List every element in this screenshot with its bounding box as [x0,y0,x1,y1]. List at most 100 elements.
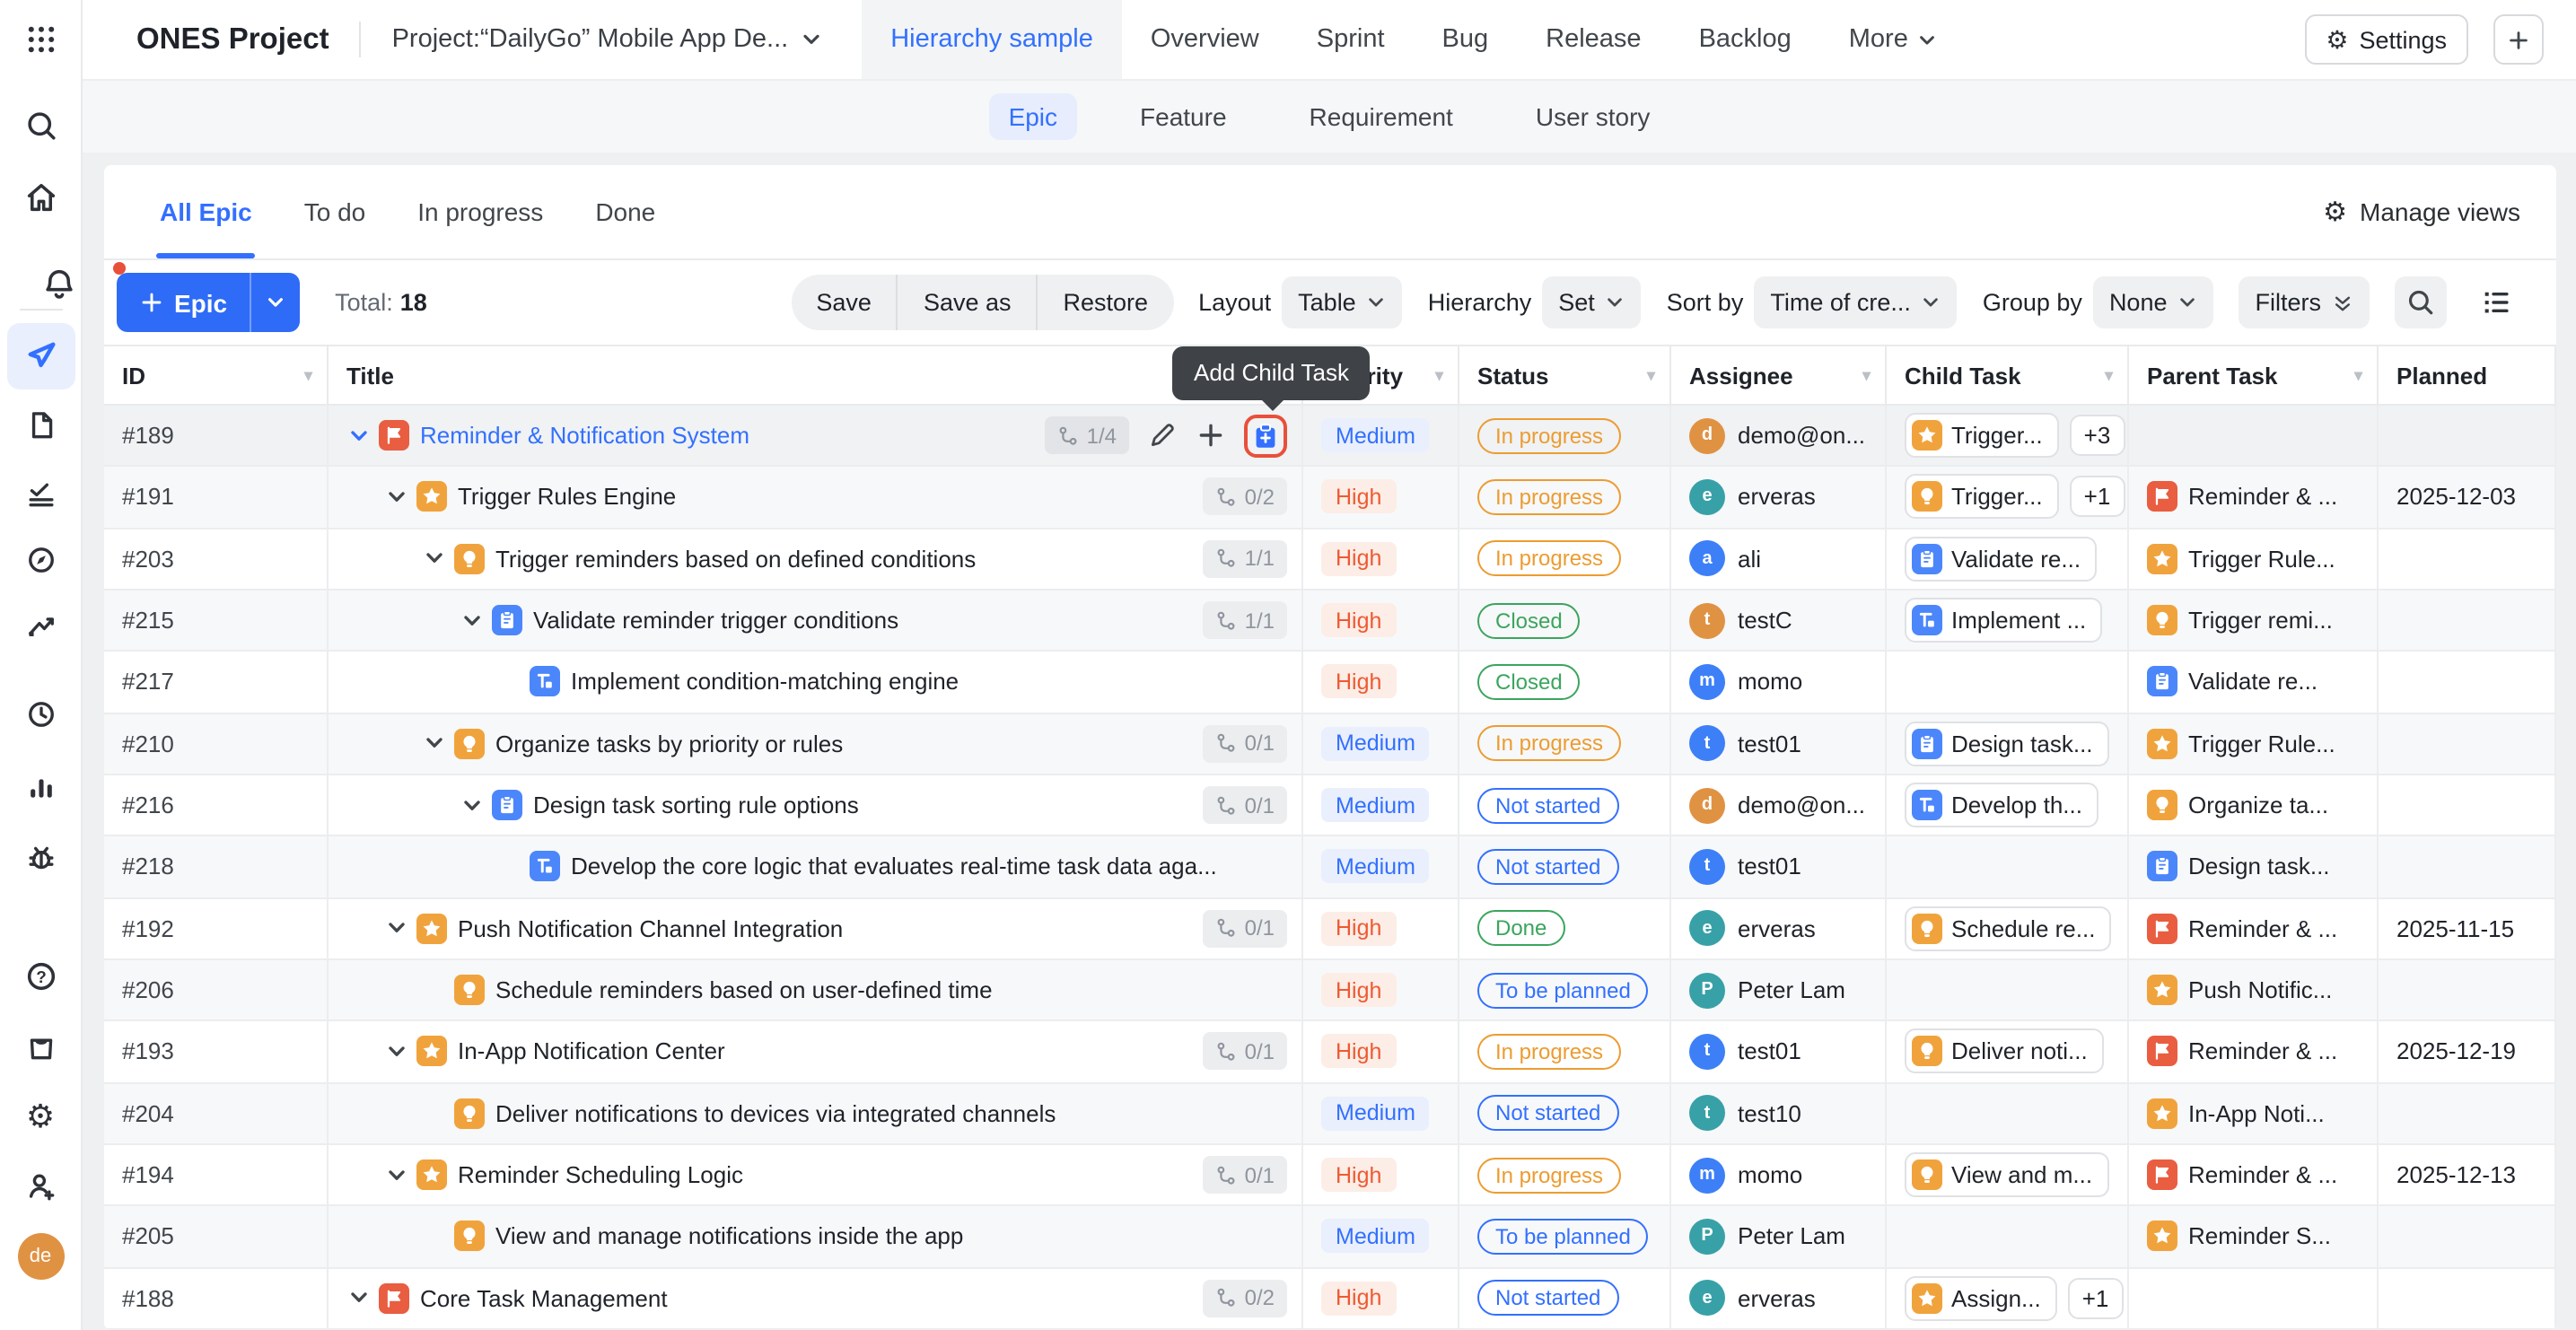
tab-hierarchy-sample[interactable]: Hierarchy sample [862,0,1122,79]
cell-status[interactable]: Closed [1459,590,1671,651]
add-button[interactable] [1196,420,1226,451]
parent-task-link[interactable]: Reminder & ... [2147,1036,2337,1067]
cell-priority[interactable]: High [1303,590,1459,651]
tab-bug[interactable]: Bug [1414,0,1518,79]
tree-collapse-toggle[interactable] [458,609,485,631]
cell-status[interactable]: To be planned [1459,959,1671,1020]
cell-assignee[interactable]: d demo@on... [1671,406,1887,466]
save-as-button[interactable]: Save as [896,275,1037,330]
sort-by-select[interactable]: Time of cre... [1754,276,1958,328]
parent-task-link[interactable]: Reminder S... [2147,1221,2331,1252]
parent-task-link[interactable]: Reminder & ... [2147,481,2337,512]
cell-priority[interactable]: Medium [1303,1206,1459,1267]
issue-title-link[interactable]: Organize tasks by priority or rules [495,731,843,757]
apps-grid-icon[interactable] [24,23,57,56]
column-header-status[interactable]: Status ▾ [1459,346,1671,404]
parent-task-link[interactable]: Trigger remi... [2147,605,2333,636]
child-task-chip[interactable]: Schedule re... [1905,906,2112,951]
issue-title-link[interactable]: Reminder Scheduling Logic [458,1161,743,1188]
sidebar-item-pipeline-icon[interactable] [23,609,57,643]
add-child-task-button[interactable] [1244,414,1287,458]
search-icon[interactable] [22,108,58,144]
child-task-more-badge[interactable]: +1 [2067,1277,2124,1319]
cell-priority[interactable]: High [1303,959,1459,1020]
child-task-chip[interactable]: Validate re... [1905,536,2098,582]
cell-assignee[interactable]: t test01 [1671,713,1887,774]
sidebar-item-time-icon[interactable] [23,697,57,731]
column-header-title[interactable]: Title [329,346,1303,404]
issue-title-link[interactable]: Push Notification Channel Integration [458,915,843,942]
cell-assignee[interactable]: m momo [1671,1144,1887,1205]
marketplace-bag-icon[interactable] [23,1029,57,1063]
issue-title-link[interactable]: Schedule reminders based on user-defined… [495,976,993,1003]
issue-title-link[interactable]: Trigger Rules Engine [458,484,676,511]
cell-status[interactable]: Not started [1459,836,1671,897]
tree-collapse-toggle[interactable] [382,486,409,508]
user-avatar[interactable]: de [17,1233,64,1280]
sidebar-item-tasks-icon[interactable] [23,477,57,511]
search-button[interactable] [2395,276,2447,328]
help-icon[interactable]: ? [22,958,58,994]
cell-priority[interactable]: High [1303,529,1459,589]
issue-title-link[interactable]: Core Task Management [420,1285,668,1312]
tree-collapse-toggle[interactable] [458,794,485,816]
cell-priority[interactable]: Medium [1303,406,1459,466]
view-tab-all-epic[interactable]: All Epic [155,165,257,258]
cell-status[interactable]: In progress [1459,713,1671,774]
issue-title-link[interactable]: Develop the core logic that evaluates re… [571,853,1217,880]
create-button[interactable] [2493,14,2544,65]
cell-assignee[interactable]: t test01 [1671,836,1887,897]
edit-button[interactable] [1147,420,1178,451]
cell-assignee[interactable]: t test10 [1671,1083,1887,1143]
cell-status[interactable]: In progress [1459,467,1671,528]
cell-status[interactable]: To be planned [1459,1206,1671,1267]
issue-title-link[interactable]: Trigger reminders based on defined condi… [495,546,976,573]
column-header-assignee[interactable]: Assignee ▾ [1671,346,1887,404]
layout-select[interactable]: Table [1282,276,1403,328]
invite-user-icon[interactable] [23,1169,57,1203]
parent-task-link[interactable]: Reminder & ... [2147,913,2337,944]
cell-status[interactable]: In progress [1459,529,1671,589]
issue-title-link[interactable]: In-App Notification Center [458,1038,725,1065]
cell-priority[interactable]: Medium [1303,1083,1459,1143]
cell-priority[interactable]: Medium [1303,774,1459,836]
sidebar-item-okr-icon[interactable] [23,543,57,577]
tab-feature[interactable]: Feature [1120,93,1247,140]
child-task-chip[interactable]: Trigger... [1905,474,2059,520]
tab-requirement[interactable]: Requirement [1290,93,1473,140]
notifications-bell-icon[interactable] [40,262,125,302]
tab-user-story[interactable]: User story [1516,93,1670,140]
parent-task-link[interactable]: Reminder & ... [2147,1159,2337,1191]
cell-assignee[interactable]: P Peter Lam [1671,959,1887,1020]
parent-task-link[interactable]: Validate re... [2147,666,2318,697]
issue-title-link[interactable]: Design task sorting rule options [533,792,859,818]
sidebar-item-project-icon[interactable] [22,337,58,373]
child-task-more-badge[interactable]: +1 [2069,476,2125,518]
cell-priority[interactable]: High [1303,1268,1459,1328]
cell-priority[interactable]: Medium [1303,713,1459,774]
column-filter-icon[interactable]: ▾ [1435,365,1443,385]
add-icon[interactable] [1196,420,1226,451]
view-tab-todo[interactable]: To do [304,165,366,258]
cell-assignee[interactable]: P Peter Lam [1671,1206,1887,1267]
create-epic-dropdown[interactable] [250,273,299,332]
child-task-more-badge[interactable]: +3 [2069,415,2125,457]
tree-collapse-toggle[interactable] [382,1041,409,1063]
cell-status[interactable]: In progress [1459,1021,1671,1082]
child-task-chip[interactable]: Deliver noti... [1905,1028,2104,1074]
tree-collapse-toggle[interactable] [382,918,409,940]
child-task-chip[interactable]: Implement ... [1905,598,2103,643]
parent-task-link[interactable]: Organize ta... [2147,790,2328,821]
tab-release[interactable]: Release [1517,0,1669,79]
cell-assignee[interactable]: t test01 [1671,1021,1887,1082]
cell-assignee[interactable]: m momo [1671,652,1887,713]
cell-status[interactable]: Done [1459,898,1671,958]
parent-task-link[interactable]: Push Notific... [2147,975,2332,1006]
list-view-button[interactable] [2472,276,2519,328]
issue-title-link[interactable]: Validate reminder trigger conditions [533,607,898,634]
column-header-planned[interactable]: Planned [2379,346,2556,404]
edit-pencil-icon[interactable] [1147,420,1178,451]
cell-assignee[interactable]: e erveras [1671,1268,1887,1328]
issue-title-link[interactable]: Deliver notifications to devices via int… [495,1100,1056,1127]
cell-status[interactable]: In progress [1459,406,1671,466]
